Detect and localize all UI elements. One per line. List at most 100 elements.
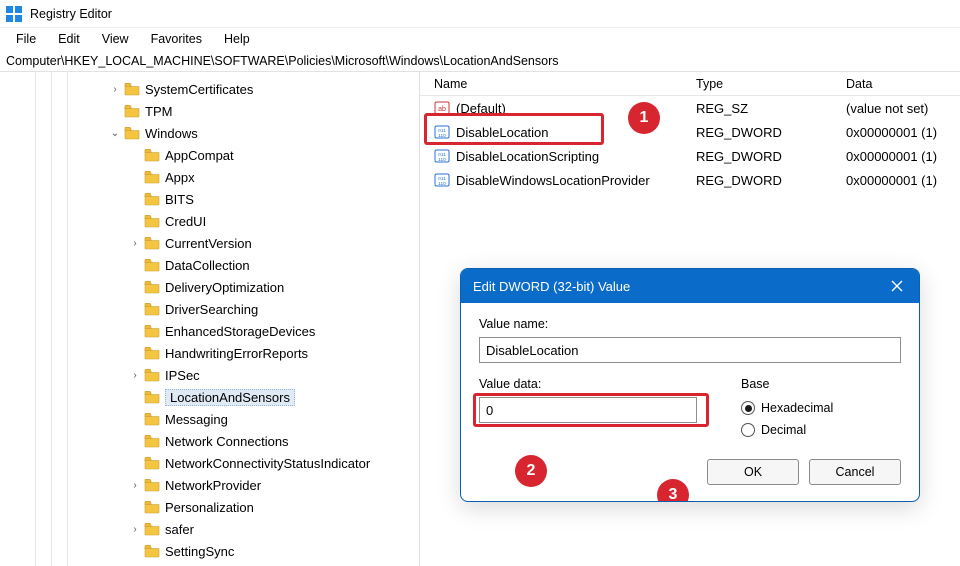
chevron-right-icon[interactable]: › [128, 370, 142, 381]
tree-item-tpm[interactable]: TPM [0, 100, 419, 122]
value-data-field[interactable] [479, 397, 697, 423]
radio-dec-label: Decimal [761, 423, 806, 437]
value-name-cell: 011110DisableLocationScripting [428, 148, 690, 164]
chevron-right-icon[interactable]: › [128, 524, 142, 535]
folder-icon [144, 214, 160, 228]
tree-item-label: safer [165, 522, 194, 537]
dialog-titlebar[interactable]: Edit DWORD (32-bit) Value [461, 269, 919, 303]
folder-icon [144, 544, 160, 558]
tree-item-datacollection[interactable]: DataCollection [0, 254, 419, 276]
tree-item-networkprovider[interactable]: › NetworkProvider [0, 474, 419, 496]
tree-item-locationandsensors[interactable]: LocationAndSensors [0, 386, 419, 408]
value-name-cell: 011110DisableWindowsLocationProvider [428, 172, 690, 188]
tree-item-label: CredUI [165, 214, 206, 229]
tree-item-label: Windows [145, 126, 198, 141]
menu-file[interactable]: File [6, 30, 46, 48]
tree-item-settingsync[interactable]: SettingSync [0, 540, 419, 562]
svg-text:110: 110 [438, 181, 446, 187]
tree-item-deliveryoptimization[interactable]: DeliveryOptimization [0, 276, 419, 298]
col-data[interactable]: Data [840, 77, 960, 91]
radio-hex-label: Hexadecimal [761, 401, 833, 415]
radio-dec[interactable]: Decimal [741, 419, 901, 441]
tree-item-messaging[interactable]: Messaging [0, 408, 419, 430]
value-name-field[interactable] [479, 337, 901, 363]
cancel-button[interactable]: Cancel [809, 459, 901, 485]
value-name: (Default) [456, 101, 506, 116]
folder-icon [144, 434, 160, 448]
tree-item-bits[interactable]: BITS [0, 188, 419, 210]
chevron-down-icon[interactable]: ⌄ [108, 128, 122, 139]
tree-pane[interactable]: ›SystemCertificates TPM ⌄ Windows AppCompat A… [0, 72, 420, 566]
tree-item-systemcertificates[interactable]: ›SystemCertificates [0, 78, 419, 100]
tree-item-label: DeliveryOptimization [165, 280, 284, 295]
folder-icon [144, 478, 160, 492]
tree-item-appcompat[interactable]: AppCompat [0, 144, 419, 166]
tree-item-label: IPSec [165, 368, 200, 383]
path-text: Computer\HKEY_LOCAL_MACHINE\SOFTWARE\Pol… [6, 54, 559, 68]
tree-item-driversearching[interactable]: DriverSearching [0, 298, 419, 320]
value-type: REG_DWORD [690, 173, 840, 188]
value-row[interactable]: 011110DisableWindowsLocationProviderREG_… [420, 168, 960, 192]
folder-icon [144, 258, 160, 272]
value-row[interactable]: ab(Default)REG_SZ(value not set) [420, 96, 960, 120]
value-type: REG_DWORD [690, 125, 840, 140]
menu-help[interactable]: Help [214, 30, 260, 48]
folder-icon [144, 368, 160, 382]
tree-item-enhancedstoragedevices[interactable]: EnhancedStorageDevices [0, 320, 419, 342]
folder-icon [144, 324, 160, 338]
tree-item-networkconnectivitystatusindicator[interactable]: NetworkConnectivityStatusIndicator [0, 452, 419, 474]
tree-item-appx[interactable]: Appx [0, 166, 419, 188]
tree-item-ipsec[interactable]: › IPSec [0, 364, 419, 386]
tree-item-label: AppCompat [165, 148, 234, 163]
tree-item-credui[interactable]: CredUI [0, 210, 419, 232]
folder-icon [144, 522, 160, 536]
svg-text:110: 110 [438, 157, 446, 163]
path-bar[interactable]: Computer\HKEY_LOCAL_MACHINE\SOFTWARE\Pol… [0, 50, 960, 72]
tree-item-label: DriverSearching [165, 302, 258, 317]
folder-icon [144, 412, 160, 426]
dword-value-icon: 011110 [434, 148, 450, 164]
value-data: 0x00000001 (1) [840, 125, 960, 140]
value-data-label: Value data: [479, 377, 717, 391]
titlebar: Registry Editor [0, 0, 960, 28]
list-header: Name Type Data [420, 72, 960, 96]
tree-item-label: EnhancedStorageDevices [165, 324, 315, 339]
value-row[interactable]: 011110DisableLocationREG_DWORD0x00000001… [420, 120, 960, 144]
close-icon[interactable] [887, 276, 907, 296]
tree-item-windows[interactable]: ⌄ Windows [0, 122, 419, 144]
svg-text:110: 110 [438, 133, 446, 139]
radio-hex[interactable]: Hexadecimal [741, 397, 901, 419]
col-type[interactable]: Type [690, 77, 840, 91]
tree-item-handwritingerrorreports[interactable]: HandwritingErrorReports [0, 342, 419, 364]
folder-icon [144, 170, 160, 184]
chevron-right-icon[interactable]: › [108, 84, 122, 95]
tree-item-personalization[interactable]: Personalization [0, 496, 419, 518]
menu-view[interactable]: View [92, 30, 139, 48]
col-name[interactable]: Name [428, 77, 690, 91]
registry-tree[interactable]: ›SystemCertificates TPM ⌄ Windows AppCompat A… [0, 78, 419, 562]
tree-item-label: NetworkProvider [165, 478, 261, 493]
folder-icon [144, 280, 160, 294]
tree-item-label: TPM [145, 104, 172, 119]
tree-item-label: Network Connections [165, 434, 289, 449]
value-type: REG_DWORD [690, 149, 840, 164]
value-data: 0x00000001 (1) [840, 173, 960, 188]
value-name-cell: ab(Default) [428, 100, 690, 116]
tree-item-label: Personalization [165, 500, 254, 515]
tree-item-network-connections[interactable]: Network Connections [0, 430, 419, 452]
tree-item-safer[interactable]: › safer [0, 518, 419, 540]
chevron-right-icon[interactable]: › [128, 238, 142, 249]
ok-button[interactable]: OK [707, 459, 799, 485]
menu-edit[interactable]: Edit [48, 30, 90, 48]
value-row[interactable]: 011110DisableLocationScriptingREG_DWORD 0… [420, 144, 960, 168]
chevron-right-icon[interactable]: › [128, 480, 142, 491]
list-rows: ab(Default)REG_SZ(value not set)011110Di… [420, 96, 960, 192]
radio-dec-icon [741, 423, 755, 437]
tree-item-currentversion[interactable]: ›CurrentVersion [0, 232, 419, 254]
folder-icon [124, 104, 140, 118]
tree-item-label: Appx [165, 170, 195, 185]
menu-favorites[interactable]: Favorites [141, 30, 212, 48]
folder-icon [144, 302, 160, 316]
dword-value-icon: 011110 [434, 172, 450, 188]
folder-icon [144, 192, 160, 206]
